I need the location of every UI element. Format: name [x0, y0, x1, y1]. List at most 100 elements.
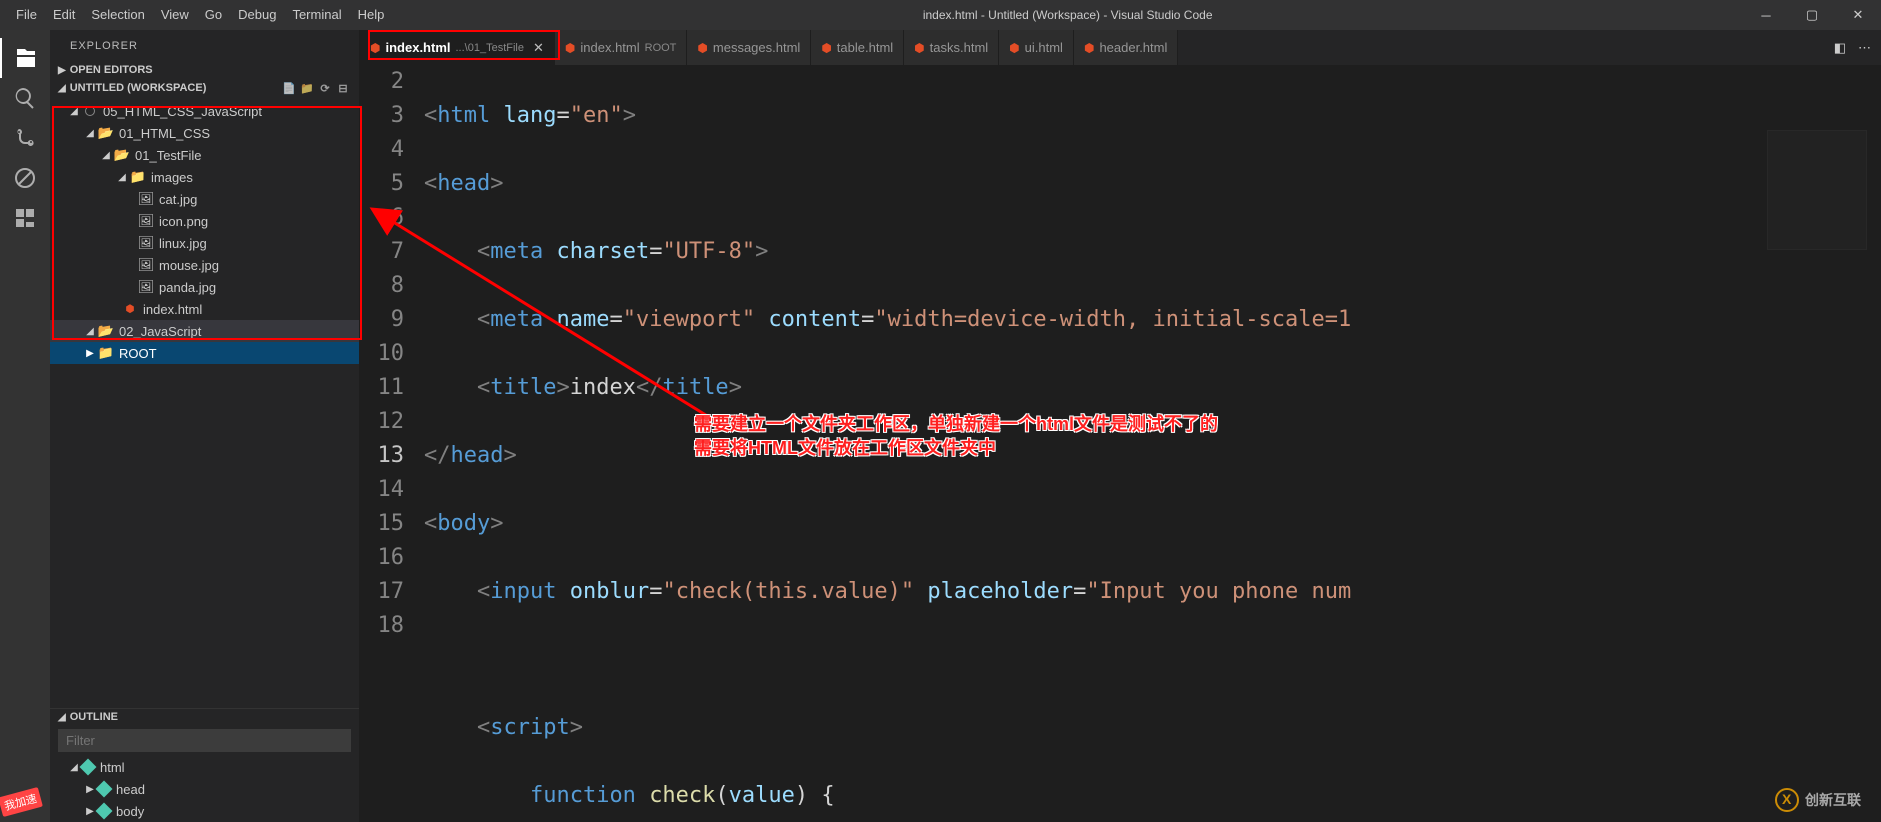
close-icon[interactable]: ✕	[533, 40, 544, 56]
code-content[interactable]: <html lang="en"> <head> <meta charset="U…	[424, 65, 1881, 822]
tree-file[interactable]: 🖼panda.jpg	[50, 276, 359, 298]
tree-folder-label: 01_TestFile	[135, 148, 201, 163]
tabs-actions: ◧ ⋯	[1824, 30, 1881, 65]
tree-folder-label: ROOT	[119, 346, 157, 361]
source-control-icon[interactable]	[0, 118, 50, 158]
tree-root[interactable]: ◢05_HTML_CSS_JavaScript	[50, 100, 359, 122]
tree-folder-js[interactable]: ◢📂02_JavaScript	[50, 320, 359, 342]
tree-file[interactable]: 🖼mouse.jpg	[50, 254, 359, 276]
tree-file-label: icon.png	[159, 214, 208, 229]
tree-file[interactable]: 🖼icon.png	[50, 210, 359, 232]
tab-path: ROOT	[645, 42, 677, 54]
tab-index-testfile[interactable]: ⬢ index.html ...\01_TestFile ✕	[360, 30, 555, 65]
menu-help[interactable]: Help	[350, 0, 393, 30]
html5-icon: ⬢	[914, 41, 924, 55]
html5-icon: ⬢	[1009, 41, 1019, 55]
debug-icon[interactable]	[0, 158, 50, 198]
search-icon[interactable]	[0, 78, 50, 118]
tab-label: index.html	[385, 40, 450, 55]
editor-area: ⬢ index.html ...\01_TestFile ✕ ⬢ index.html…	[360, 30, 1881, 822]
explorer-icon[interactable]	[0, 38, 50, 78]
tree-file-label: index.html	[143, 302, 202, 317]
watermark-icon	[1775, 788, 1799, 812]
tree-file[interactable]: 🖼linux.jpg	[50, 232, 359, 254]
tab-table[interactable]: ⬢table.html	[811, 30, 904, 65]
outline-item-label: head	[116, 782, 145, 797]
outline-item-body[interactable]: ▶body	[50, 800, 359, 822]
menu-edit[interactable]: Edit	[45, 0, 83, 30]
outline-item-html[interactable]: ◢html	[50, 756, 359, 778]
titlebar: File Edit Selection View Go Debug Termin…	[0, 0, 1881, 30]
menu-debug[interactable]: Debug	[230, 0, 284, 30]
outline-filter-input[interactable]	[58, 729, 351, 752]
new-folder-icon[interactable]: 📁	[299, 80, 315, 96]
watermark: 创新互联	[1775, 788, 1861, 812]
tree-file-label: mouse.jpg	[159, 258, 219, 273]
html5-icon: ⬢	[1084, 41, 1094, 55]
tree-folder-label: 01_HTML_CSS	[119, 126, 210, 141]
more-icon[interactable]: ⋯	[1858, 40, 1871, 56]
tree-folder-root[interactable]: ▶📁ROOT	[50, 342, 359, 364]
tab-label: ui.html	[1025, 40, 1063, 55]
minimap[interactable]	[1767, 130, 1867, 250]
tab-tasks[interactable]: ⬢ tasks.html	[904, 30, 999, 65]
menu-bar: File Edit Selection View Go Debug Termin…	[0, 0, 392, 30]
tree-folder-images[interactable]: ◢📁images	[50, 166, 359, 188]
tree-folder-label: 02_JavaScript	[119, 324, 201, 339]
tag-icon	[96, 781, 113, 798]
open-editors-label: OPEN EDITORS	[70, 64, 351, 76]
collapse-icon[interactable]: ⊟	[335, 80, 351, 96]
open-editors-header[interactable]: ▶ OPEN EDITORS	[50, 62, 359, 78]
window-controls: ─ ▢ ✕	[1743, 0, 1881, 30]
html5-icon: ⬢	[565, 41, 575, 55]
tree-file-index[interactable]: ⬢index.html	[50, 298, 359, 320]
outline-header[interactable]: ◢ OUTLINE	[50, 709, 359, 725]
tree-folder-htmlcss[interactable]: ◢📂01_HTML_CSS	[50, 122, 359, 144]
maximize-button[interactable]: ▢	[1789, 0, 1835, 30]
tab-label: tasks.html	[930, 40, 989, 55]
html5-icon: ⬢	[821, 41, 831, 55]
menu-go[interactable]: Go	[197, 0, 230, 30]
code-editor[interactable]: 23456789101112131415161718 <html lang="e…	[360, 65, 1881, 822]
extensions-icon[interactable]	[0, 198, 50, 238]
outline-item-label: body	[116, 804, 144, 819]
tree-file-label: linux.jpg	[159, 236, 207, 251]
tab-label: index.html	[580, 40, 639, 55]
tree-file-label: cat.jpg	[159, 192, 197, 207]
tag-icon	[96, 803, 113, 820]
workspace-header[interactable]: ◢ UNTITLED (WORKSPACE) 📄 📁 ⟳ ⊟	[50, 78, 359, 98]
menu-terminal[interactable]: Terminal	[284, 0, 349, 30]
menu-selection[interactable]: Selection	[83, 0, 152, 30]
outline-item-head[interactable]: ▶head	[50, 778, 359, 800]
sidebar-title: EXPLORER	[50, 30, 359, 62]
tree-root-label: 05_HTML_CSS_JavaScript	[103, 104, 262, 119]
chevron-down-icon: ◢	[58, 712, 66, 723]
sidebar: EXPLORER ▶ OPEN EDITORS ◢ UNTITLED (WORK…	[50, 30, 360, 822]
tab-label: header.html	[1099, 40, 1167, 55]
menu-file[interactable]: File	[8, 0, 45, 30]
split-editor-icon[interactable]: ◧	[1834, 40, 1846, 56]
tab-label: messages.html	[713, 40, 800, 55]
tab-header[interactable]: ⬢ header.html	[1074, 30, 1178, 65]
minimize-button[interactable]: ─	[1743, 0, 1789, 30]
new-file-icon[interactable]: 📄	[281, 80, 297, 96]
refresh-icon[interactable]: ⟳	[317, 80, 333, 96]
tab-messages[interactable]: ⬢ messages.html	[687, 30, 811, 65]
chevron-right-icon: ▶	[58, 65, 66, 76]
close-button[interactable]: ✕	[1835, 0, 1881, 30]
line-numbers: 23456789101112131415161718	[360, 65, 424, 822]
tab-index-root[interactable]: ⬢ index.html ROOT	[555, 30, 688, 65]
window-title: index.html - Untitled (Workspace) - Visu…	[392, 8, 1743, 22]
workspace-actions: 📄 📁 ⟳ ⊟	[281, 80, 351, 96]
activity-bar	[0, 30, 50, 822]
outline-label: OUTLINE	[70, 711, 351, 723]
tab-path: ...\01_TestFile	[456, 42, 524, 54]
tree-file[interactable]: 🖼cat.jpg	[50, 188, 359, 210]
file-tree: ◢05_HTML_CSS_JavaScript ◢📂01_HTML_CSS ◢📂…	[50, 98, 359, 366]
tree-folder-testfile[interactable]: ◢📂01_TestFile	[50, 144, 359, 166]
tab-ui[interactable]: ⬢ ui.html	[999, 30, 1074, 65]
tag-icon	[80, 759, 97, 776]
html5-icon: ⬢	[370, 41, 380, 55]
html5-icon: ⬢	[697, 41, 707, 55]
menu-view[interactable]: View	[153, 0, 197, 30]
